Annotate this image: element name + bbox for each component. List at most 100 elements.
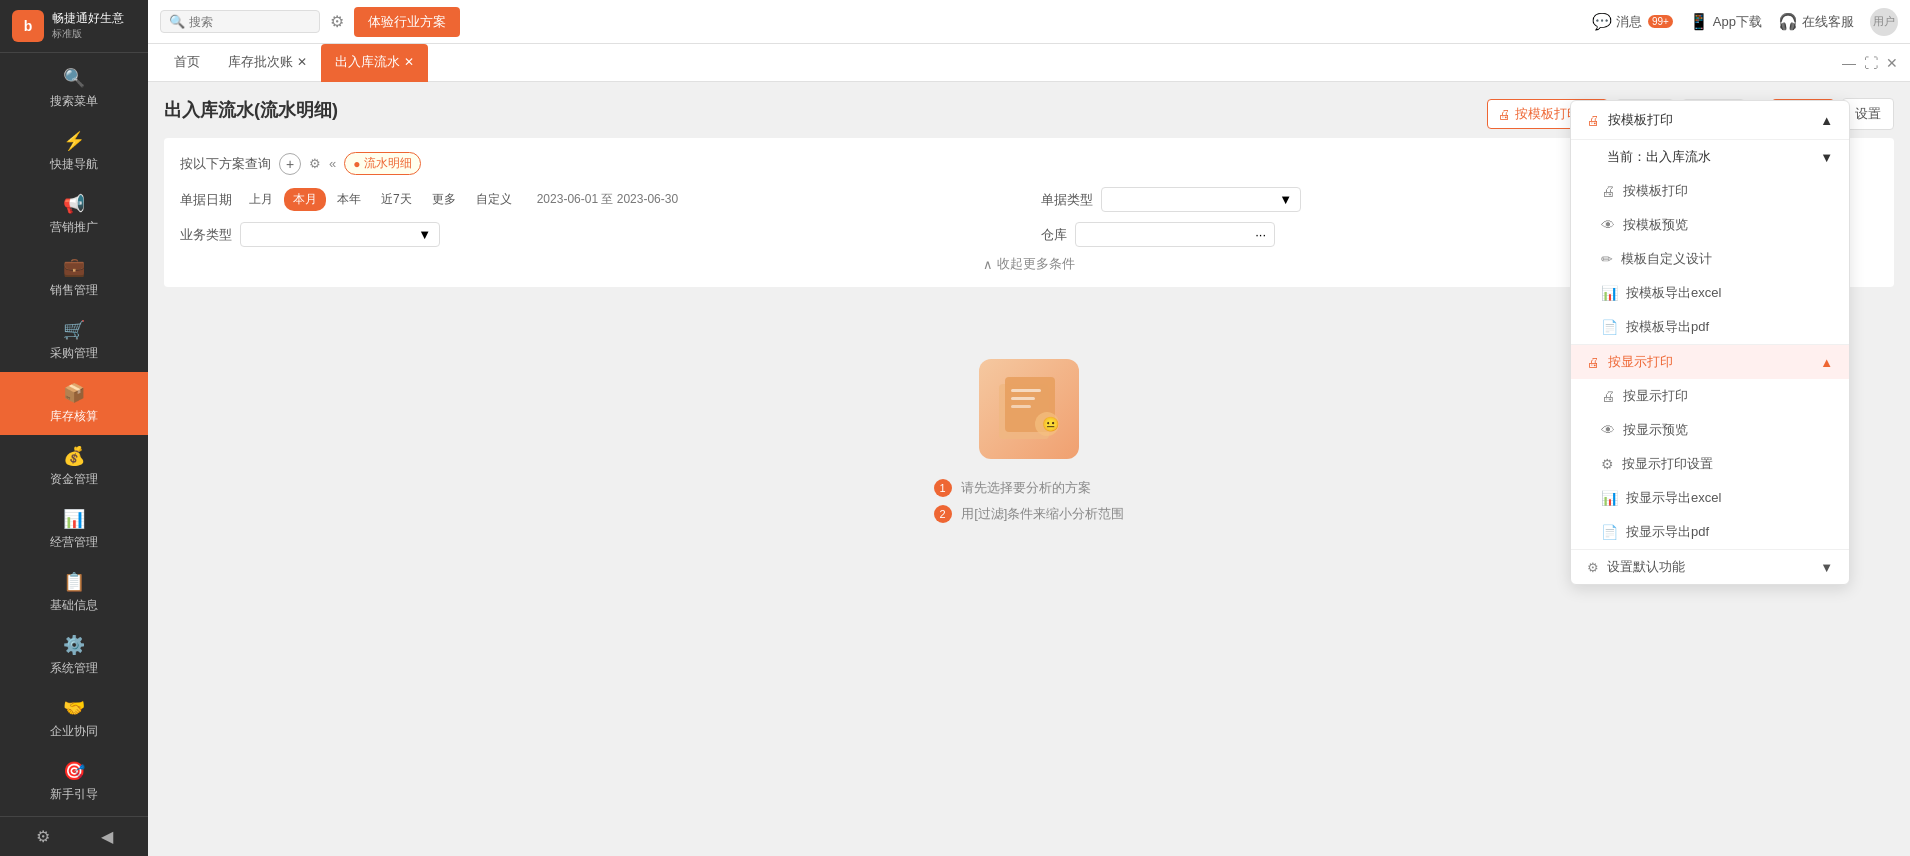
biztype-chevron-icon: ▼: [418, 227, 431, 242]
display-print-section-header[interactable]: 🖨 按显示打印 ▲: [1571, 345, 1849, 379]
sidebar-item-inventory[interactable]: 📦库存核算: [0, 372, 148, 435]
current-label: 当前：出入库流水: [1607, 148, 1711, 166]
basic-icon: 📋: [63, 571, 85, 593]
date-tab-本月[interactable]: 本月: [284, 188, 326, 211]
guide-label: 新手引导: [50, 786, 98, 803]
filter-tag-icon: ●: [353, 157, 360, 171]
filter-collapse-icon[interactable]: «: [329, 156, 336, 171]
sidebar-item-collab[interactable]: 🤝企业协同: [0, 687, 148, 750]
dropdown-header-chevron[interactable]: ▲: [1820, 113, 1833, 128]
search-input[interactable]: [189, 15, 289, 29]
message-item[interactable]: 💬 消息 99+: [1592, 12, 1673, 31]
display-excel-label: 按显示导出excel: [1626, 489, 1721, 507]
tab-batch-close[interactable]: ✕: [297, 55, 307, 69]
print-dropdown-panel: 🖨 按模板打印 ▲ 当前：出入库流水 ▼ 🖨 按模板打印 👁 按模板预览 ✏ 模…: [1570, 100, 1850, 585]
display-section-label: 按显示打印: [1608, 353, 1673, 371]
topbar-search-box[interactable]: 🔍: [160, 10, 320, 33]
date-tab-上月[interactable]: 上月: [240, 188, 282, 211]
filter-tag-label: 流水明细: [364, 155, 412, 172]
display-preview-icon: 👁: [1601, 422, 1615, 438]
minimize-icon[interactable]: —: [1842, 55, 1856, 71]
download-icon: 📱: [1689, 12, 1709, 31]
sidebar-item-system[interactable]: ⚙️系统管理: [0, 624, 148, 687]
template-pdf-label: 按模板导出pdf: [1626, 318, 1709, 336]
collapse-icon[interactable]: ◀: [101, 827, 113, 846]
filter-settings-icon[interactable]: ⚙: [309, 156, 321, 171]
date-field-label: 单据日期: [180, 191, 232, 209]
display-settings-item[interactable]: ⚙ 按显示打印设置: [1571, 447, 1849, 481]
tab-batch[interactable]: 库存批次账 ✕: [214, 44, 321, 82]
template-preview-item[interactable]: 👁 按模板预览: [1571, 208, 1849, 242]
date-tab-近7天[interactable]: 近7天: [372, 188, 421, 211]
default-function-item[interactable]: ⚙ 设置默认功能 ▼: [1571, 550, 1849, 584]
online-service-item[interactable]: 🎧 在线客服: [1778, 12, 1854, 31]
display-pdf-icon: 📄: [1601, 524, 1618, 540]
app-download-label: App下载: [1713, 13, 1762, 31]
tab-batch-label: 库存批次账: [228, 53, 293, 71]
print-icon: 🖨: [1498, 107, 1511, 122]
tab-home-label: 首页: [174, 53, 200, 71]
app-download-item[interactable]: 📱 App下载: [1689, 12, 1762, 31]
settings-icon[interactable]: ⚙: [36, 827, 50, 846]
settings-gear-icon[interactable]: ⚙: [330, 12, 344, 31]
display-print-label: 按显示打印: [1623, 387, 1688, 405]
sidebar-item-guide[interactable]: 🎯新手引导: [0, 750, 148, 813]
sidebar-item-marketing[interactable]: 📢营销推广: [0, 183, 148, 246]
date-tab-自定义[interactable]: 自定义: [467, 188, 521, 211]
date-range-display: 2023-06-01 至 2023-06-30: [537, 191, 678, 208]
sidebar-item-operation[interactable]: 📊经营管理: [0, 498, 148, 561]
collapse-label: 收起更多条件: [997, 255, 1075, 273]
search-icon: 🔍: [169, 14, 185, 29]
template-print-icon: 🖨: [1601, 183, 1615, 199]
step-2-text: 用[过滤]条件来缩小分析范围: [961, 506, 1124, 521]
display-section-icon: 🖨: [1587, 355, 1600, 370]
tab-flow[interactable]: 出入库流水 ✕: [321, 44, 428, 82]
doctype-field-label: 单据类型: [1041, 191, 1093, 209]
sales-icon: 💼: [63, 256, 85, 278]
marketing-label: 营销推广: [50, 219, 98, 236]
display-settings-label: 按显示打印设置: [1622, 455, 1713, 473]
headset-icon: 🎧: [1778, 12, 1798, 31]
tab-flow-close[interactable]: ✕: [404, 55, 414, 69]
display-pdf-item[interactable]: 📄 按显示导出pdf: [1571, 515, 1849, 549]
sidebar-item-search[interactable]: 🔍搜索菜单: [0, 57, 148, 120]
collab-label: 企业协同: [50, 723, 98, 740]
sidebar-item-basic[interactable]: 📋基础信息: [0, 561, 148, 624]
user-avatar[interactable]: 用户: [1870, 8, 1898, 36]
display-print-item[interactable]: 🖨 按显示打印: [1571, 379, 1849, 413]
sidebar-item-finance[interactable]: 💰资金管理: [0, 435, 148, 498]
sales-label: 销售管理: [50, 282, 98, 299]
template-excel-item[interactable]: 📊 按模板导出excel: [1571, 276, 1849, 310]
system-icon: ⚙️: [63, 634, 85, 656]
filter-add-button[interactable]: +: [279, 153, 301, 175]
trial-button[interactable]: 体验行业方案: [354, 7, 460, 37]
tab-flow-label: 出入库流水: [335, 53, 400, 71]
logo-sub: 标准版: [52, 27, 124, 41]
sidebar-item-sales[interactable]: 💼 销售管理: [0, 246, 148, 309]
default-fn-chevron: ▼: [1820, 560, 1833, 575]
doctype-select[interactable]: ▼: [1101, 187, 1301, 212]
date-tab-本年[interactable]: 本年: [328, 188, 370, 211]
display-preview-item[interactable]: 👁 按显示预览: [1571, 413, 1849, 447]
template-custom-item[interactable]: ✏ 模板自定义设计: [1571, 242, 1849, 276]
warehouse-select[interactable]: ···: [1075, 222, 1275, 247]
sidebar-item-purchase[interactable]: 🛒采购管理: [0, 309, 148, 372]
template-print-label: 按模板打印: [1623, 182, 1688, 200]
sidebar-item-shortcut[interactable]: ⚡快捷导航: [0, 120, 148, 183]
date-tab-更多[interactable]: 更多: [423, 188, 465, 211]
doctype-chevron-icon: ▼: [1279, 192, 1292, 207]
display-print-icon: 🖨: [1601, 388, 1615, 404]
template-preview-icon: 👁: [1601, 217, 1615, 233]
biztype-select[interactable]: ▼: [240, 222, 440, 247]
close-window-icon[interactable]: ✕: [1886, 55, 1898, 71]
template-print-item[interactable]: 🖨 按模板打印: [1571, 174, 1849, 208]
maximize-icon[interactable]: ⛶: [1864, 55, 1878, 71]
display-section-chevron: ▲: [1820, 355, 1833, 370]
template-pdf-item[interactable]: 📄 按模板导出pdf: [1571, 310, 1849, 344]
tab-home[interactable]: 首页: [160, 44, 214, 82]
display-excel-item[interactable]: 📊 按显示导出excel: [1571, 481, 1849, 515]
dropdown-current-item[interactable]: 当前：出入库流水 ▼: [1571, 140, 1849, 174]
search-icon: 🔍: [63, 67, 85, 89]
sidebar-nav: 🔍搜索菜单⚡快捷导航📢营销推广 💼 销售管理 🛒采购管理📦库存核算💰资金管理📊经营管理…: [0, 53, 148, 816]
filter-date-field: 单据日期 上月本月本年近7天更多自定义 2023-06-01 至 2023-06…: [180, 188, 1017, 211]
